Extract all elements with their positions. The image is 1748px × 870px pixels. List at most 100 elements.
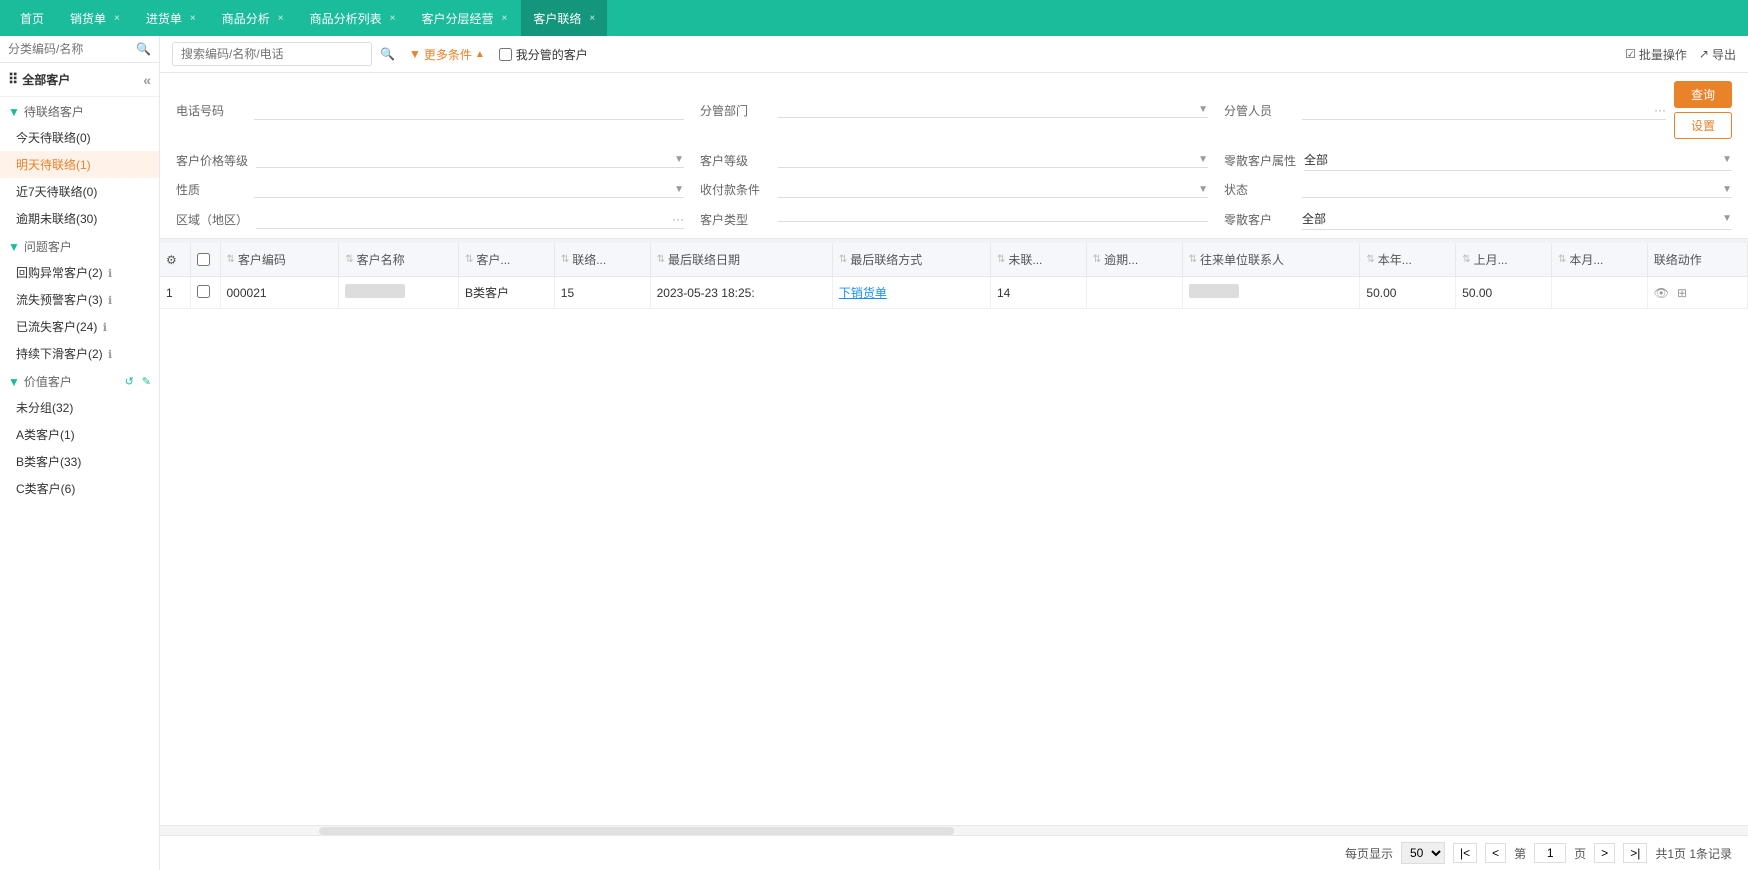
table-header-row: ⚙ ⇅ 客户编码 — [160, 243, 1748, 277]
row-checkbox[interactable] — [197, 285, 210, 298]
customer-level-select[interactable]: ▼ — [778, 152, 1208, 168]
price-level-select[interactable]: ▼ — [256, 152, 684, 168]
prev-page-btn[interactable]: < — [1485, 843, 1506, 863]
scrollbar-area — [160, 825, 1748, 835]
retail-customer-select[interactable]: 全部 ▼ — [1302, 208, 1732, 230]
td-code: 000021 — [220, 277, 339, 309]
collapse-btn[interactable]: « — [143, 72, 151, 88]
filter-customer-level: 客户等级 ▼ — [700, 149, 1208, 171]
nature-select[interactable]: ▼ — [254, 182, 684, 198]
filter-manager: 分管人员 ··· 查询 设置 — [1224, 81, 1732, 139]
sidebar-class-b[interactable]: B类客户(33) — [0, 448, 159, 475]
horizontal-scrollbar[interactable] — [319, 827, 954, 835]
group-arrow-3: ▼ — [8, 375, 20, 389]
th-last-month: ⇅ 上月... — [1456, 243, 1552, 277]
sort-icon-uncontacted: ⇅ — [997, 254, 1005, 265]
advanced-filter-panel: 电话号码 分管部门 ▼ 分管人员 ··· — [160, 73, 1748, 239]
settings-icon[interactable]: ⚙ — [166, 253, 177, 267]
close-customer-layered[interactable]: × — [501, 13, 507, 24]
sidebar-churned[interactable]: 已流失客户(24) ℹ — [0, 313, 159, 340]
filter-bar: 🔍 ▼ 更多条件 ▲ 我分管的客户 ☑ 批量操作 ↗ — [160, 36, 1748, 73]
td-name — [339, 277, 459, 309]
nav-customer-contact[interactable]: 客户联络 × — [521, 0, 607, 36]
nav-purchase-order[interactable]: 进货单 × — [134, 0, 208, 36]
close-product-analysis[interactable]: × — [278, 13, 284, 24]
more-conditions-btn[interactable]: ▼ 更多条件 ▲ — [403, 43, 491, 66]
filter-retail-customer: 零散客户 全部 ▼ — [1224, 208, 1732, 230]
nav-product-analysis[interactable]: 商品分析 × — [210, 0, 296, 36]
region-select[interactable]: ··· — [256, 210, 684, 229]
right-action-btns: ☑ 批量操作 ↗ 导出 — [1625, 46, 1736, 63]
sidebar-declining[interactable]: 持续下滑客户(2) ℹ — [0, 340, 159, 367]
export-btn[interactable]: ↗ 导出 — [1699, 46, 1736, 63]
th-overdue: ⇅ 逾期... — [1086, 243, 1182, 277]
sidebar-tomorrow-pending[interactable]: 明天待联络(1) — [0, 151, 159, 178]
sidebar-class-c[interactable]: C类客户(6) — [0, 475, 159, 502]
customer-type-select[interactable] — [778, 217, 1208, 222]
last-page-btn[interactable]: >| — [1623, 843, 1647, 863]
query-btn[interactable]: 查询 — [1674, 81, 1732, 108]
dept-select[interactable]: ▼ — [778, 102, 1208, 118]
my-customers-checkbox-label[interactable]: 我分管的客户 — [499, 46, 588, 63]
th-checkbox — [190, 243, 220, 277]
nav-customer-layered[interactable]: 客户分层经营 × — [409, 0, 519, 36]
contact-blur — [1189, 284, 1239, 298]
main-search-icon[interactable]: 🔍 — [380, 47, 395, 61]
status-select[interactable]: ▼ — [1302, 182, 1732, 198]
close-product-analysis-list[interactable]: × — [390, 13, 396, 24]
batch-op-btn[interactable]: ☑ 批量操作 — [1625, 46, 1687, 63]
select-all-checkbox[interactable] — [197, 253, 210, 266]
sort-icon-method: ⇅ — [839, 254, 847, 265]
sidebar-search-bar: 🔍 — [0, 36, 159, 63]
th-last-contact-method: ⇅ 最后联络方式 — [832, 243, 990, 277]
td-last-method: 下销货单 — [832, 277, 990, 309]
retail-attr-select[interactable]: 全部 ▼ — [1304, 149, 1732, 171]
sidebar-overdue-pending[interactable]: 逾期未联络(30) — [0, 205, 159, 232]
sidebar-all-customers[interactable]: ⠿ 全部客户 « — [0, 63, 159, 97]
sidebar-today-pending[interactable]: 今天待联络(0) — [0, 124, 159, 151]
close-sales-order[interactable]: × — [114, 13, 120, 24]
th-contact-count: ⇅ 联络... — [554, 243, 650, 277]
search-icon[interactable]: 🔍 — [136, 42, 151, 56]
nav-product-analysis-list[interactable]: 商品分析列表 × — [298, 0, 408, 36]
reset-btn[interactable]: 设置 — [1674, 112, 1732, 139]
table-row: 1 000021 B类客户 15 2023-05-23 18:25: 下销货单 … — [160, 277, 1748, 309]
info-icon-1: ℹ — [108, 268, 112, 280]
edit-icon[interactable]: ✎ — [142, 375, 151, 388]
phone-input[interactable] — [254, 101, 684, 120]
chevron-up-icon: ▲ — [475, 49, 485, 60]
my-customers-checkbox[interactable] — [499, 48, 512, 61]
close-purchase-order[interactable]: × — [190, 13, 196, 24]
refresh-icon[interactable]: ↺ — [125, 375, 134, 388]
payment-select[interactable]: ▼ — [778, 182, 1208, 198]
filter-customer-type: 客户类型 — [700, 208, 1208, 230]
next-page-btn[interactable]: > — [1594, 843, 1615, 863]
sidebar-search-input[interactable] — [8, 42, 132, 56]
nav-sales-order[interactable]: 销货单 × — [58, 0, 132, 36]
sidebar-7days-pending[interactable]: 近7天待联络(0) — [0, 178, 159, 205]
sidebar-class-a[interactable]: A类客户(1) — [0, 421, 159, 448]
td-this-year: 50.00 — [1360, 277, 1456, 309]
grid-icon[interactable]: ⊞ — [1677, 286, 1687, 300]
per-page-select[interactable]: 50 — [1401, 842, 1445, 864]
nav-home[interactable]: 首页 — [8, 0, 56, 36]
filter-region: 区域（地区） ··· — [176, 208, 684, 230]
region-dots[interactable]: ··· — [672, 212, 684, 226]
eye-icon[interactable]: 👁 — [1654, 286, 1669, 300]
page-number-input[interactable] — [1534, 843, 1566, 863]
payment-chevron: ▼ — [1198, 184, 1208, 195]
sort-icon-this-month: ⇅ — [1558, 254, 1566, 265]
filter-retail-attr: 零散客户属性 全部 ▼ — [1224, 149, 1732, 171]
main-search-input[interactable] — [172, 42, 372, 66]
manager-dots[interactable]: ··· — [1654, 103, 1666, 117]
customer-table: ⚙ ⇅ 客户编码 — [160, 243, 1748, 309]
sidebar-ungrouped[interactable]: 未分组(32) — [0, 394, 159, 421]
sidebar-churn-warning[interactable]: 流失预警客户(3) ℹ — [0, 286, 159, 313]
first-page-btn[interactable]: |< — [1453, 843, 1477, 863]
close-customer-contact[interactable]: × — [589, 13, 595, 24]
th-unit-contact: ⇅ 往来单位联系人 — [1182, 243, 1360, 277]
manager-select[interactable]: ··· — [1302, 101, 1666, 120]
sidebar-abnormal-repurchase[interactable]: 回购异常客户(2) ℹ — [0, 259, 159, 286]
td-this-month — [1551, 277, 1647, 309]
filter-nature: 性质 ▼ — [176, 181, 684, 198]
